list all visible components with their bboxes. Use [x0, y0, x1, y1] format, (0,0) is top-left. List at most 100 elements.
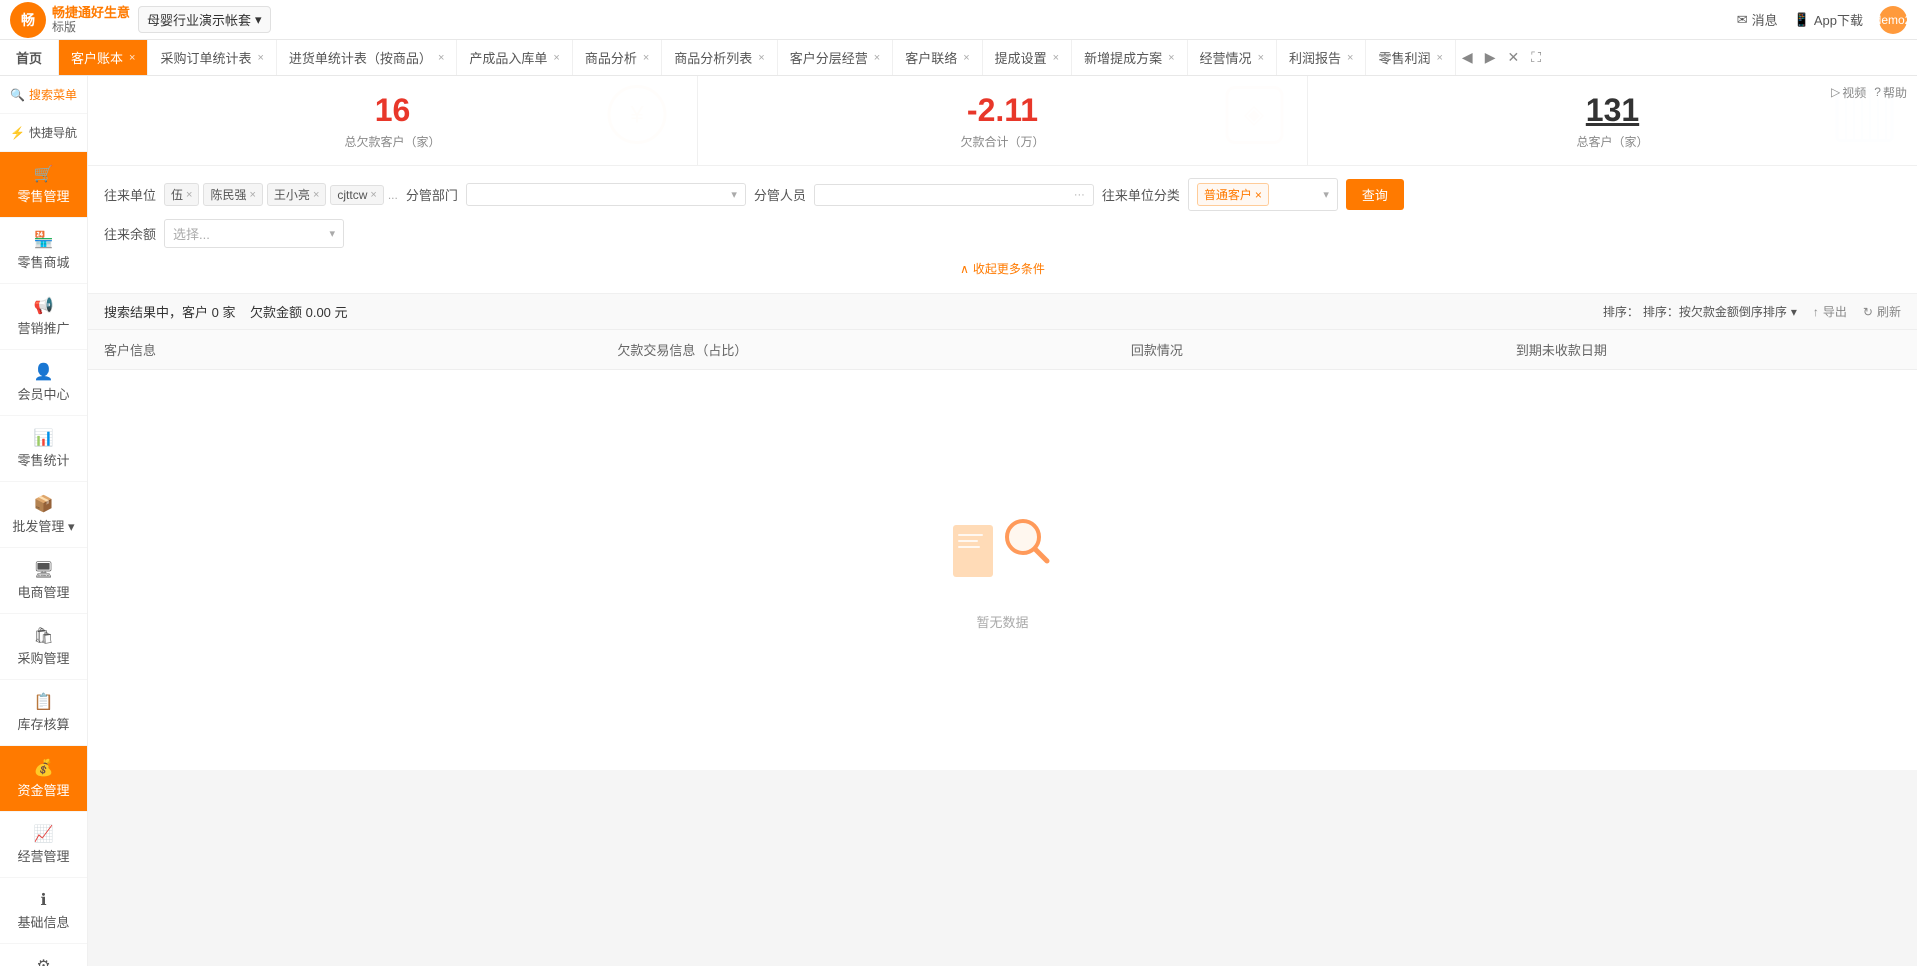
tab-close-customer-layering[interactable]: ×	[874, 52, 880, 64]
sidebar-quick-nav[interactable]: ⚡ 快捷导航	[0, 114, 87, 152]
sidebar-item-basic-info[interactable]: ℹ 基础信息	[0, 878, 87, 944]
tab-new-commission-plan[interactable]: 新增提成方案 ×	[1072, 40, 1187, 76]
message-button[interactable]: ✉ 消息	[1737, 10, 1778, 29]
filter-tag-cjttcw-close[interactable]: ×	[370, 189, 376, 201]
svg-text:¥: ¥	[629, 101, 644, 128]
stat-total-customers: ▷ 视频 ? 帮助 131	[1308, 76, 1917, 166]
tab-production-inbound[interactable]: 产成品入库单 ×	[457, 40, 572, 76]
filter-tag-chen[interactable]: 陈民强 ×	[203, 183, 262, 206]
search-result-left: 搜索结果中，客户 0 家 欠款金额 0.00 元	[104, 302, 348, 321]
member-center-icon: 👤	[34, 362, 54, 382]
sidebar-item-retail-management[interactable]: 🛒 零售管理	[0, 152, 87, 218]
tab-inbound-stats[interactable]: 进货单统计表（按商品） ×	[277, 40, 457, 76]
basic-info-icon: ℹ	[40, 890, 46, 910]
tab-customer-contact[interactable]: 客户联络 ×	[893, 40, 982, 76]
search-result-text: 搜索结果中，客户 0 家 欠款金额 0.00 元	[104, 302, 348, 321]
tab-scroll-right[interactable]: ▶	[1479, 49, 1502, 66]
stat-value-total-customers[interactable]: 131	[1586, 92, 1639, 129]
tab-close-all[interactable]: ✕	[1501, 49, 1525, 66]
export-button[interactable]: ↑ 导出	[1813, 303, 1847, 320]
refresh-button[interactable]: ↻ 刷新	[1863, 303, 1901, 320]
filter-tag-wang-close[interactable]: ×	[313, 189, 319, 201]
sort-select[interactable]: 排序： 排序：按欠款金额倒序排序 ▾	[1603, 303, 1797, 320]
filter-balance-label: 往来余额	[104, 224, 156, 243]
tab-close-goods-analysis[interactable]: ×	[643, 52, 649, 64]
tab-purchase-order-stats[interactable]: 采购订单统计表 ×	[148, 40, 276, 76]
logo-text: 畅捷通好生意 标版	[52, 5, 130, 35]
filter-tag-wang[interactable]: 王小亮 ×	[267, 183, 326, 206]
logo-icon: 畅	[10, 2, 46, 38]
filter-unit-class-close[interactable]: ×	[1255, 188, 1262, 202]
top-bar-right: ✉ 消息 📱 App下载 demo2	[1737, 6, 1907, 34]
sidebar-item-ecommerce[interactable]: 🖥 电商管理	[0, 548, 87, 614]
filter-unit-class-value[interactable]: 普通客户 ×	[1197, 183, 1269, 206]
sidebar-item-inventory[interactable]: 📋 库存核算	[0, 680, 87, 746]
table-container: 客户信息 欠款交易信息（占比） 回款情况 到期未收款日期	[88, 330, 1917, 770]
table-body: 暂无数据	[88, 370, 1917, 770]
sidebar-item-retail-mall[interactable]: 🏪 零售商城	[0, 218, 87, 284]
sidebar-item-member-center[interactable]: 👤 会员中心	[0, 350, 87, 416]
app-download-button[interactable]: 📱 App下载	[1794, 10, 1863, 29]
tab-maximize[interactable]: ⛶	[1525, 49, 1547, 66]
sidebar-item-retail-stats[interactable]: 📊 零售统计	[0, 416, 87, 482]
tab-close-retail-profit[interactable]: ×	[1436, 52, 1442, 64]
sidebar-search[interactable]: 🔍 搜索菜单	[0, 76, 87, 114]
tab-goods-analysis-list[interactable]: 商品分析列表 ×	[662, 40, 777, 76]
sidebar-item-marketing[interactable]: 📢 营销推广	[0, 284, 87, 350]
stat-icon-customers: ¥	[607, 84, 667, 157]
stat-total-overdue-customers: ¥ 16 总欠款客户（家）	[88, 76, 698, 166]
tab-scroll-left[interactable]: ◀	[1456, 49, 1479, 66]
filter-unit-class-select[interactable]: 普通客户 × ▾	[1188, 178, 1338, 211]
logo-area: 畅 畅捷通好生意 标版	[10, 2, 130, 38]
tab-close-customer-ledger[interactable]: ×	[129, 52, 135, 64]
sidebar-item-purchase[interactable]: 🛍 采购管理	[0, 614, 87, 680]
filter-tag-wu-close[interactable]: ×	[186, 189, 192, 201]
sidebar-item-operations[interactable]: 📈 经营管理	[0, 812, 87, 878]
tab-home[interactable]: 首页	[0, 40, 59, 76]
filter-tag-cjttcw[interactable]: cjttcw ×	[330, 185, 383, 205]
stat-icon-total	[1832, 82, 1897, 159]
tab-close-commission-settings[interactable]: ×	[1053, 52, 1059, 64]
filter-more-tags[interactable]: ...	[388, 188, 398, 202]
tab-close-inbound-stats[interactable]: ×	[438, 52, 444, 64]
tab-close-operations[interactable]: ×	[1258, 52, 1264, 64]
filter-person-select[interactable]: ···	[814, 184, 1094, 206]
tab-goods-analysis[interactable]: 商品分析 ×	[573, 40, 662, 76]
finance-icon: 💰	[34, 758, 54, 778]
tab-close-profit-report[interactable]: ×	[1347, 52, 1353, 64]
tab-profit-report[interactable]: 利润报告 ×	[1277, 40, 1366, 76]
sidebar-item-finance[interactable]: 💰 资金管理	[0, 746, 87, 812]
filter-dept-select[interactable]: ▾	[466, 183, 746, 206]
store-select[interactable]: 母婴行业演示帐套 ▾	[138, 6, 271, 33]
nav-icon: ⚡	[10, 126, 25, 140]
stat-label-overdue-amount: 欠款合计（万）	[960, 133, 1044, 150]
filter-collapse-button[interactable]: ∧ 收起更多条件	[104, 256, 1901, 281]
top-bar: 畅 畅捷通好生意 标版 母婴行业演示帐套 ▾ ✉ 消息 📱 App下载 demo…	[0, 0, 1917, 40]
tab-operations[interactable]: 经营情况 ×	[1188, 40, 1277, 76]
filter-person-more[interactable]: ···	[1074, 189, 1085, 201]
user-profile[interactable]: demo2	[1879, 6, 1907, 34]
search-button[interactable]: 查询	[1346, 179, 1404, 210]
sidebar: 🔍 搜索菜单 ⚡ 快捷导航 🛒 零售管理 🏪 零售商城 📢 营销推广 👤 会员中…	[0, 76, 88, 966]
empty-illustration	[948, 510, 1058, 600]
tab-close-purchase-order-stats[interactable]: ×	[257, 52, 263, 64]
tab-retail-profit[interactable]: 零售利润 ×	[1366, 40, 1455, 76]
tab-customer-layering[interactable]: 客户分层经营 ×	[778, 40, 893, 76]
tab-close-goods-analysis-list[interactable]: ×	[758, 52, 764, 64]
filter-tag-wu[interactable]: 伍 ×	[164, 183, 199, 206]
tab-close-production-inbound[interactable]: ×	[553, 52, 559, 64]
sidebar-item-batch-management[interactable]: 📦 批发管理 ▾	[0, 482, 87, 548]
tab-customer-ledger[interactable]: 客户账本 ×	[59, 40, 148, 76]
tab-close-new-commission-plan[interactable]: ×	[1168, 52, 1174, 64]
sidebar-item-system[interactable]: ⚙ 系统管理	[0, 944, 87, 966]
tab-close-customer-contact[interactable]: ×	[963, 52, 969, 64]
main-layout: 🔍 搜索菜单 ⚡ 快捷导航 🛒 零售管理 🏪 零售商城 📢 营销推广 👤 会员中…	[0, 76, 1917, 966]
tab-commission-settings[interactable]: 提成设置 ×	[983, 40, 1072, 76]
search-result-right: 排序： 排序：按欠款金额倒序排序 ▾ ↑ 导出 ↻ 刷新	[1603, 303, 1901, 320]
filter-tag-chen-close[interactable]: ×	[249, 189, 255, 201]
table-header: 客户信息 欠款交易信息（占比） 回款情况 到期未收款日期	[88, 330, 1917, 370]
stat-value-overdue-customers: 16	[375, 92, 411, 129]
filter-balance-select[interactable]: 选择... ▾	[164, 219, 344, 248]
stat-overdue-amount: ◈ -2.11 欠款合计（万）	[698, 76, 1308, 166]
message-icon: ✉	[1737, 12, 1748, 28]
